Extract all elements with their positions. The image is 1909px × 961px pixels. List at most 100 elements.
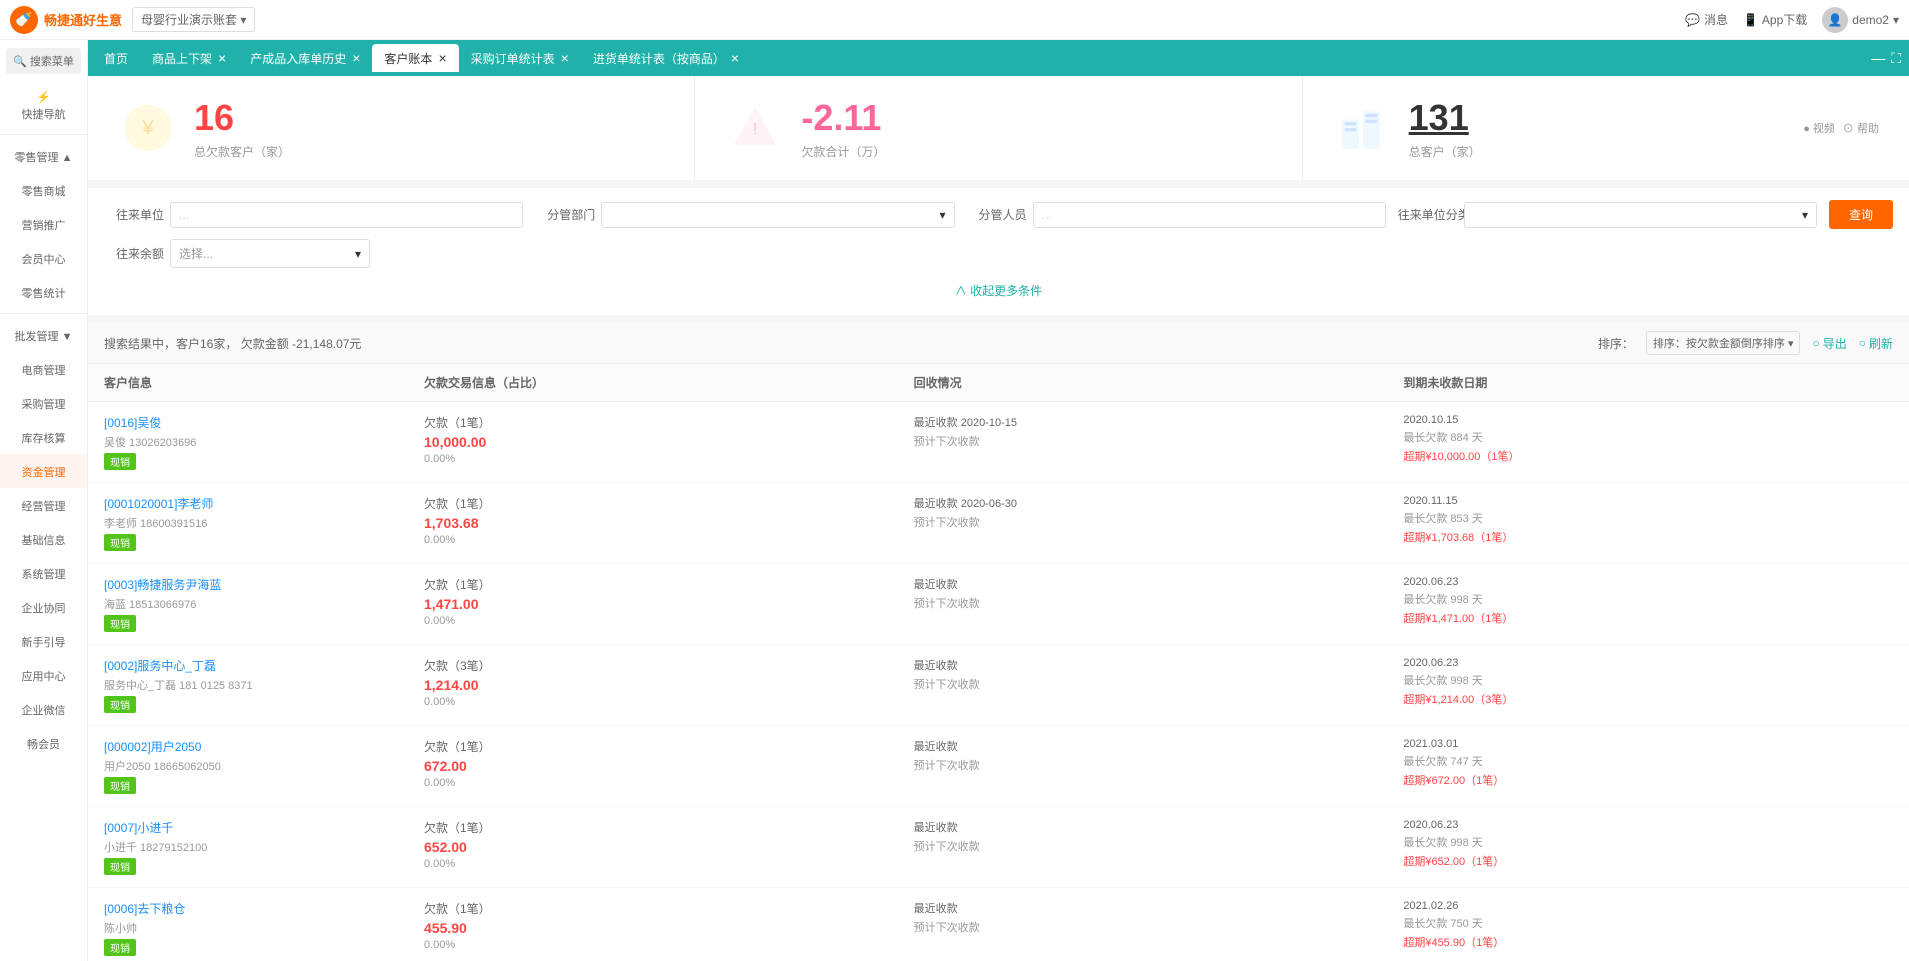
overdue-link-3[interactable]: 超期¥1,471.00（1笔） (1403, 610, 1893, 626)
stat-label-total-customers: 总客户（家） (1409, 143, 1481, 160)
customer-name-4[interactable]: [0002]服务中心_丁磊 (104, 657, 424, 674)
stat-info-3: 131 总客户（家） (1409, 96, 1481, 160)
filter-input-supplier[interactable]: ... (170, 202, 523, 228)
user-menu[interactable]: 👤 demo2 ▾ (1822, 7, 1899, 33)
customer-info-3: [0003]畅捷服务尹海蓝 海蓝 18513066976 现销 (104, 576, 424, 632)
refresh-btn[interactable]: ○ 刷新 (1859, 335, 1893, 352)
message-btn[interactable]: 💬 消息 (1685, 11, 1728, 28)
sidebar-item-newbie-guide[interactable]: 新手引导 (0, 624, 87, 658)
tab-production-history[interactable]: 产成品入库单历史 × (238, 44, 372, 72)
debt-info-5: 欠款（1笔） 672.00 0.00% (424, 738, 914, 794)
search-icon: 🔍 (13, 55, 27, 68)
debt-info-1: 欠款（1笔） 10,000.00 0.00% (424, 414, 914, 470)
table-header: 客户信息 欠款交易信息（占比） 回收情况 到期未收款日期 (88, 364, 1909, 402)
filter-select-department[interactable]: ▾ (601, 202, 954, 228)
tab-close-customer-ledger[interactable]: × (438, 51, 446, 65)
table-row: [0002]服务中心_丁磊 服务中心_丁磊 181 0125 8371 现销 欠… (88, 645, 1909, 726)
overdue-link-4[interactable]: 超期¥1,214.00（3笔） (1403, 691, 1893, 707)
message-icon: 💬 (1685, 13, 1700, 27)
sidebar-item-inventory[interactable]: 库存核算 (0, 420, 87, 454)
collapse-filter-btn[interactable]: ∧ 收起更多条件 (104, 278, 1893, 303)
chevron-up-icon: ∧ (955, 284, 967, 298)
sidebar-item-retail-mgmt[interactable]: 零售管理 ▲ (0, 139, 87, 173)
company-selector[interactable]: 母婴行业演示账套 ▾ (132, 7, 255, 32)
customer-tag-5: 现销 (104, 777, 136, 794)
help-btn[interactable]: ⊙ 帮助 (1843, 120, 1879, 136)
sidebar-item-system[interactable]: 系统管理 (0, 556, 87, 590)
logo-text: 畅捷通好生意 (44, 10, 122, 29)
customer-contact-7: 陈小帅 (104, 920, 424, 936)
logo-icon: 🍼 (10, 6, 38, 34)
sidebar: 🔍 搜索菜单 ⚡ 快捷导航 零售管理 ▲ 零售商城 营销推广 会员中心 (0, 40, 88, 961)
export-btn[interactable]: ○ 导出 (1812, 335, 1846, 352)
filter-input-person[interactable]: ... (1033, 202, 1386, 228)
sidebar-item-retail-stats[interactable]: 零售统计 (0, 275, 87, 309)
table-row: [0006]去下粮仓 陈小帅 现销 欠款（1笔） 455.90 0.00% 最近… (88, 888, 1909, 961)
customer-name-6[interactable]: [0007]小进千 (104, 819, 424, 836)
sidebar-item-purchase[interactable]: 采购管理 (0, 386, 87, 420)
sidebar-item-operations[interactable]: 经营管理 (0, 488, 87, 522)
due-info-6: 2020.06.23 最长欠款 998 天 超期¥652.00（1笔） (1403, 819, 1893, 875)
tab-close-production-history[interactable]: × (352, 51, 360, 65)
sidebar-item-finance[interactable]: 资金管理 (0, 454, 87, 488)
minimize-btn[interactable]: — (1871, 50, 1885, 67)
col-header-debt: 欠款交易信息（占比） (424, 374, 914, 391)
filter-item-balance: 往来余额 选择... ▾ (104, 239, 504, 268)
maximize-btn[interactable]: ⛶ (1891, 50, 1901, 67)
stat-value-debt-total: -2.11 (801, 96, 885, 139)
stat-card-overdue-customers: ¥ 16 总欠款客户（家） (88, 76, 695, 180)
sidebar-item-enterprise-wechat[interactable]: 企业微信 (0, 692, 87, 726)
customer-tag-4: 现销 (104, 696, 136, 713)
sidebar-item-ecommerce[interactable]: 电商管理 (0, 352, 87, 386)
customer-name-3[interactable]: [0003]畅捷服务尹海蓝 (104, 576, 424, 593)
customer-name-5[interactable]: [000002]用户2050 (104, 738, 424, 755)
sidebar-item-retail-store[interactable]: 零售商城 (0, 173, 87, 207)
sidebar-item-basic-info[interactable]: 基础信息 (0, 522, 87, 556)
sidebar-item-enterprise-collab[interactable]: 企业协同 (0, 590, 87, 624)
tab-close-product-listing[interactable]: × (218, 51, 226, 65)
customer-name-1[interactable]: [0016]吴俊 (104, 414, 424, 431)
sidebar-item-wholesale[interactable]: 批发管理 ▼ (0, 318, 87, 352)
query-button[interactable]: 查询 (1829, 200, 1893, 229)
stat-icon-3 (1333, 98, 1393, 158)
tab-customer-ledger[interactable]: 客户账本 × (372, 44, 458, 72)
customer-info-5: [000002]用户2050 用户2050 18665062050 现销 (104, 738, 424, 794)
tab-home[interactable]: 首页 (92, 44, 140, 72)
search-menu-btn[interactable]: 🔍 搜索菜单 (6, 48, 81, 74)
filter-select-balance[interactable]: 选择... ▾ (170, 239, 370, 268)
app-download-btn[interactable]: 📱 App下载 (1743, 11, 1807, 28)
tab-close-purchase-product-stats[interactable]: × (731, 51, 739, 65)
svg-text:!: ! (753, 120, 758, 139)
overdue-link-6[interactable]: 超期¥652.00（1笔） (1403, 853, 1893, 869)
overdue-link-5[interactable]: 超期¥672.00（1笔） (1403, 772, 1893, 788)
filter-select-category[interactable]: ▾ (1464, 202, 1817, 228)
sort-select[interactable]: 排序：按欠款金额倒序排序 ▾ (1646, 331, 1801, 355)
tab-purchase-product-stats[interactable]: 进货单统计表（按商品） × (581, 44, 751, 72)
sidebar-item-member[interactable]: 会员中心 (0, 241, 87, 275)
results-actions: 排序： 排序：按欠款金额倒序排序 ▾ ○ 导出 ○ 刷新 (1598, 331, 1893, 355)
recovery-info-2: 最近收款 2020-06-30 预计下次收款 (914, 495, 1404, 551)
customer-name-2[interactable]: [0001020001]李老师 (104, 495, 424, 512)
svg-text:¥: ¥ (141, 118, 154, 140)
sidebar-item-marketing[interactable]: 营销推广 (0, 207, 87, 241)
tab-close-purchase-stats[interactable]: × (561, 51, 569, 65)
recovery-info-6: 最近收款 预计下次收款 (914, 819, 1404, 875)
overdue-link-2[interactable]: 超期¥1,703.68（1笔） (1403, 529, 1893, 545)
sidebar-item-member-vip[interactable]: 畅会员 (0, 726, 87, 760)
stats-row: ¥ 16 总欠款客户（家） ! (88, 76, 1909, 180)
tab-product-listing[interactable]: 商品上下架 × (140, 44, 238, 72)
customer-name-7[interactable]: [0006]去下粮仓 (104, 900, 424, 917)
video-btn[interactable]: ● 视频 (1803, 120, 1835, 136)
stat-icon-2: ! (725, 98, 785, 158)
stat-label-debt-total: 欠款合计（万） (801, 143, 885, 160)
stat-card-debt-total: ! -2.11 欠款合计（万） (695, 76, 1302, 180)
overdue-link-1[interactable]: 超期¥10,000.00（1笔） (1403, 448, 1893, 464)
customer-info-1: [0016]吴俊 吴俊 13026203696 现销 (104, 414, 424, 470)
sidebar-item-quick-nav[interactable]: ⚡ 快捷导航 (0, 82, 87, 130)
sidebar-item-app-center[interactable]: 应用中心 (0, 658, 87, 692)
tab-purchase-stats[interactable]: 采购订单统计表 × (459, 44, 581, 72)
overdue-link-7[interactable]: 超期¥455.90（1笔） (1403, 934, 1893, 950)
top-bar-left: 🍼 畅捷通好生意 母婴行业演示账套 ▾ (10, 6, 255, 34)
due-info-2: 2020.11.15 最长欠款 853 天 超期¥1,703.68（1笔） (1403, 495, 1893, 551)
debt-info-7: 欠款（1笔） 455.90 0.00% (424, 900, 914, 956)
